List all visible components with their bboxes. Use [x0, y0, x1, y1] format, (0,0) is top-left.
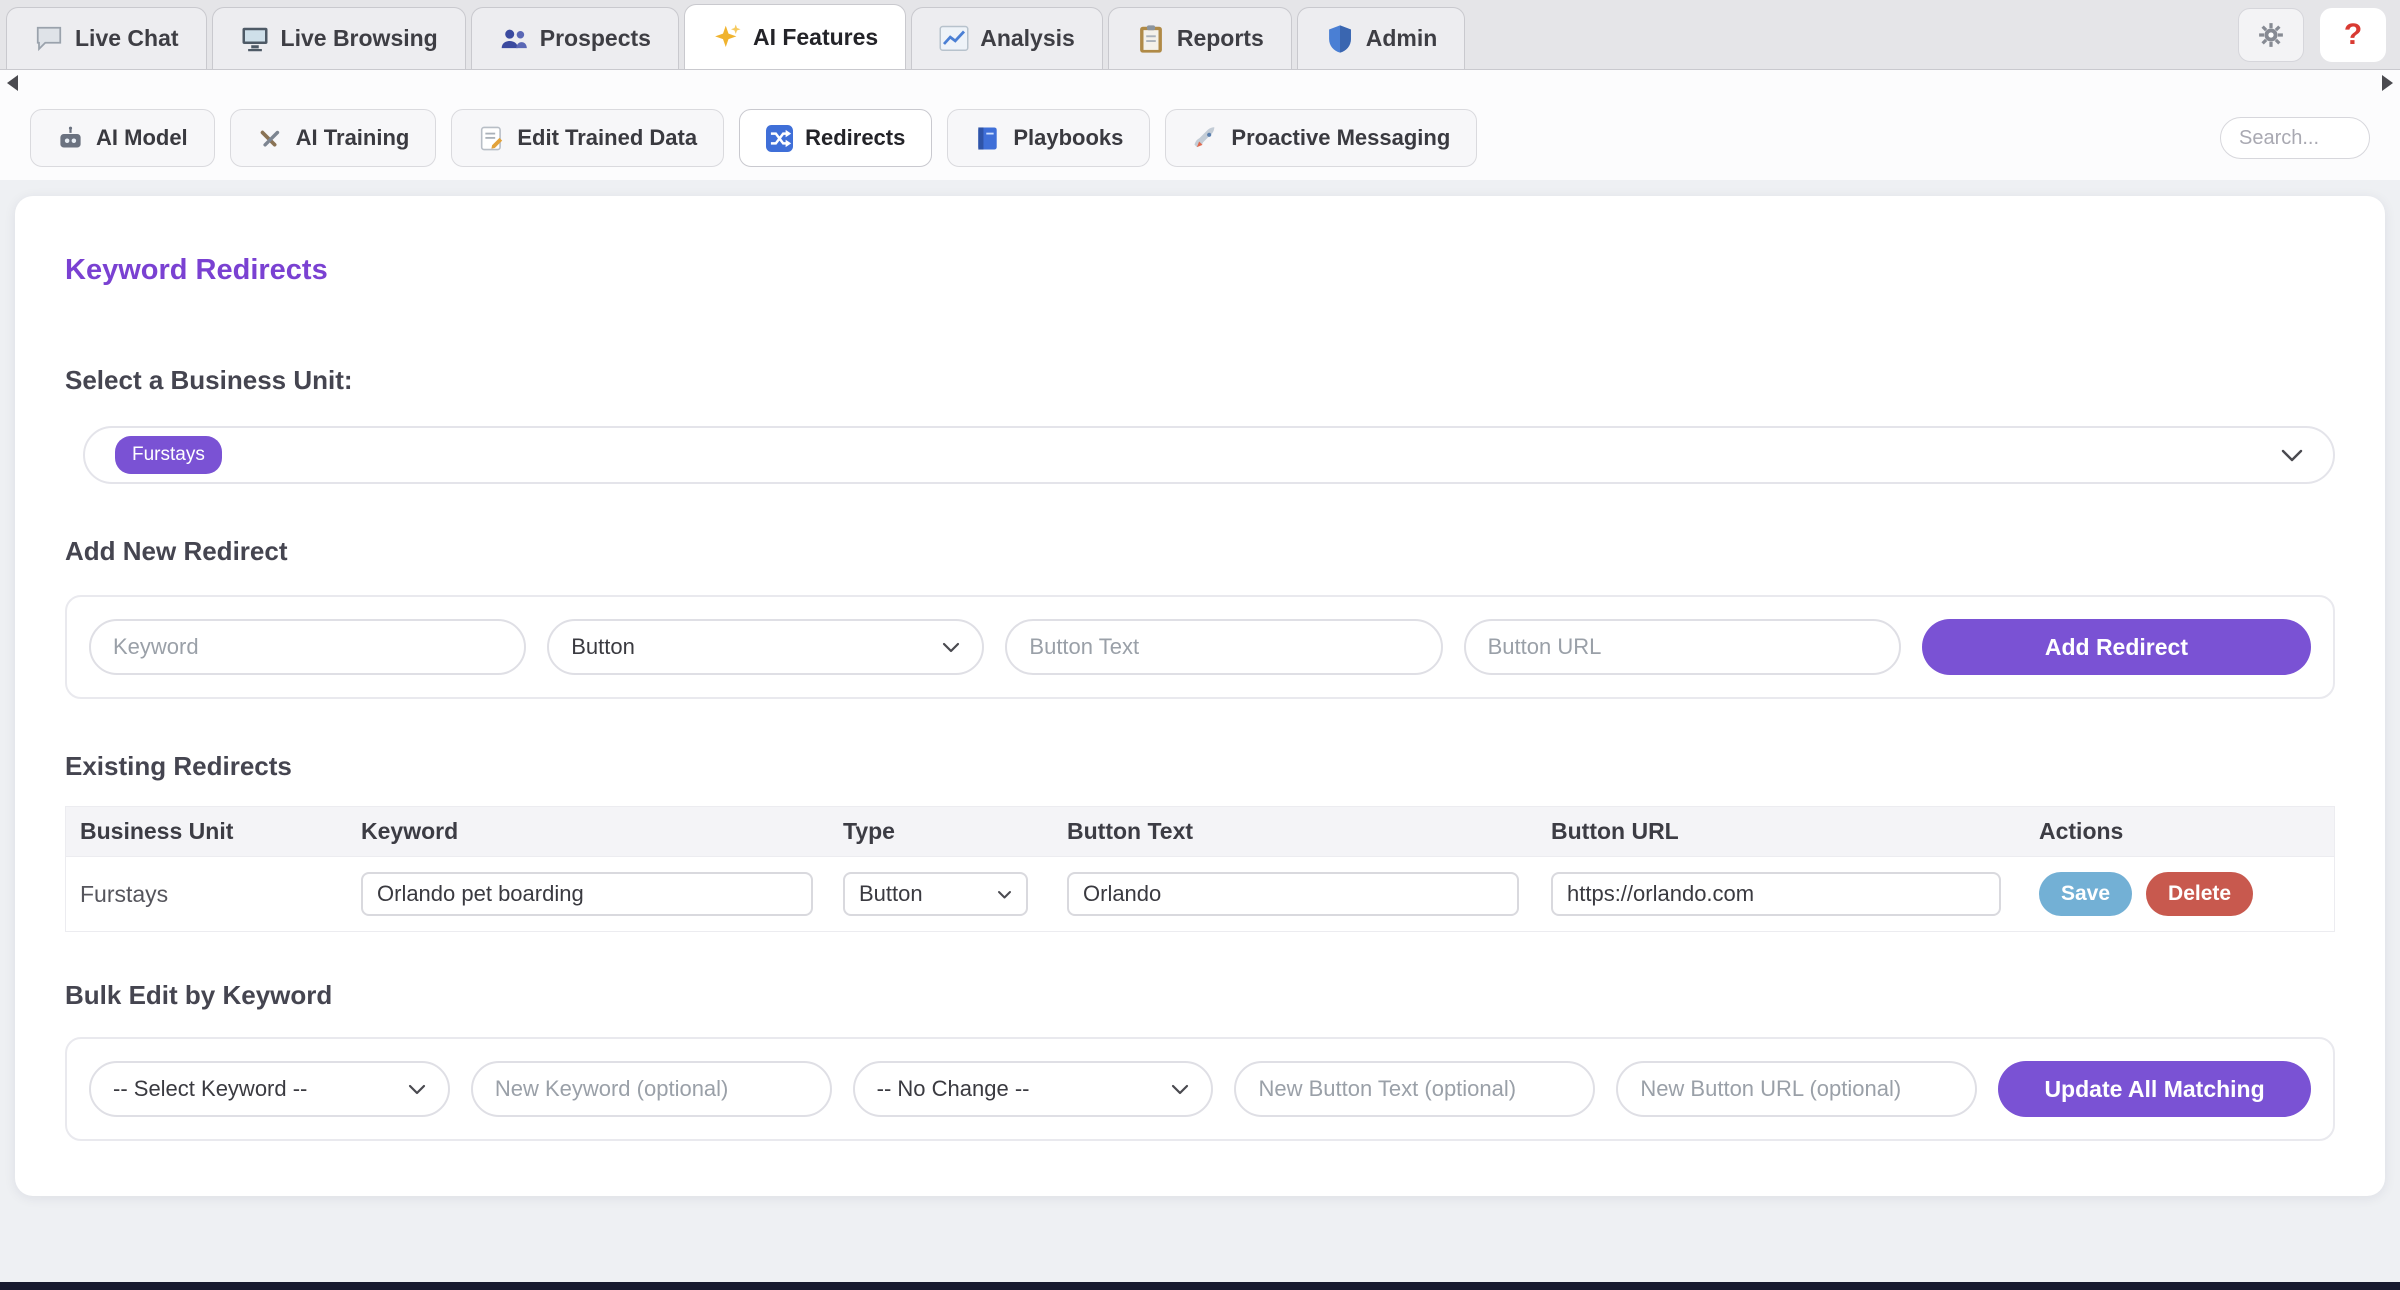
top-tab-bar: Live Chat Live Browsing Prospects AI Fea… — [0, 0, 2400, 70]
tab-prospects[interactable]: Prospects — [471, 7, 679, 69]
keyword-input[interactable] — [89, 619, 526, 675]
row-business-unit: Furstays — [66, 881, 347, 908]
tab-live-chat[interactable]: Live Chat — [6, 7, 207, 69]
sparkle-icon — [712, 22, 742, 52]
main-area: Keyword Redirects Select a Business Unit… — [0, 180, 2400, 1282]
col-type: Type — [829, 818, 1053, 845]
subtab-redirects[interactable]: Redirects — [739, 109, 932, 167]
shuffle-icon — [766, 125, 793, 152]
subtab-ai-model[interactable]: AI Model — [30, 109, 215, 167]
clipboard-icon — [1136, 24, 1166, 54]
subtab-proactive-messaging[interactable]: Proactive Messaging — [1165, 109, 1477, 167]
existing-redirects-heading: Existing Redirects — [65, 751, 2335, 782]
book-icon — [974, 125, 1001, 152]
subtab-label: AI Training — [296, 125, 410, 151]
rocket-icon — [1192, 125, 1219, 152]
subtab-label: Edit Trained Data — [517, 125, 697, 151]
tab-analysis[interactable]: Analysis — [911, 7, 1103, 69]
people-icon — [499, 24, 529, 54]
tab-label: Analysis — [980, 25, 1075, 52]
button-url-input[interactable] — [1464, 619, 1901, 675]
col-business-unit: Business Unit — [66, 818, 347, 845]
chevron-down-icon — [942, 642, 960, 653]
business-unit-pill: Furstays — [115, 436, 222, 474]
sub-nav: AI Model AI Training Edit Trained Data R… — [0, 96, 2400, 180]
tools-icon — [257, 125, 284, 152]
help-label: ? — [2344, 18, 2362, 52]
chevron-down-icon — [408, 1084, 426, 1095]
row-button-text-input[interactable] — [1067, 872, 1519, 916]
tab-admin[interactable]: Admin — [1297, 7, 1466, 69]
update-all-matching-button[interactable]: Update All Matching — [1998, 1061, 2311, 1117]
tab-label: Prospects — [540, 25, 651, 52]
monitor-icon — [240, 24, 270, 54]
scroll-left-icon[interactable] — [7, 75, 18, 91]
gear-icon — [2256, 20, 2286, 50]
bottom-edge-bar — [0, 1282, 2400, 1290]
tab-ai-features[interactable]: AI Features — [684, 4, 906, 69]
bulk-keyword-select-value: -- Select Keyword -- — [113, 1076, 307, 1102]
robot-icon — [57, 125, 84, 152]
shield-icon — [1325, 24, 1355, 54]
bulk-edit-heading: Bulk Edit by Keyword — [65, 980, 2335, 1011]
save-button[interactable]: Save — [2039, 872, 2132, 916]
tab-label: Live Browsing — [281, 25, 438, 52]
chart-icon — [939, 24, 969, 54]
tab-label: Admin — [1366, 25, 1438, 52]
bulk-new-button-text-input[interactable] — [1234, 1061, 1595, 1117]
page-title: Keyword Redirects — [65, 254, 2335, 287]
tab-label: Reports — [1177, 25, 1264, 52]
bulk-type-select[interactable]: -- No Change -- — [853, 1061, 1214, 1117]
type-select-value: Button — [571, 634, 635, 660]
add-redirect-button[interactable]: Add Redirect — [1922, 619, 2311, 675]
business-unit-select[interactable]: Furstays — [83, 426, 2335, 484]
top-actions: ? — [2238, 8, 2386, 69]
tab-label: AI Features — [753, 24, 878, 51]
settings-button[interactable] — [2238, 8, 2304, 62]
scroll-right-icon[interactable] — [2382, 75, 2393, 91]
table-header: Business Unit Keyword Type Button Text B… — [65, 806, 2335, 856]
help-button[interactable]: ? — [2320, 8, 2386, 62]
chevron-down-icon — [1171, 1084, 1189, 1095]
subtab-edit-trained-data[interactable]: Edit Trained Data — [451, 109, 724, 167]
subtab-label: Playbooks — [1013, 125, 1123, 151]
memo-icon — [478, 125, 505, 152]
bulk-new-keyword-input[interactable] — [471, 1061, 832, 1117]
subtab-label: Proactive Messaging — [1231, 125, 1450, 151]
row-keyword-input[interactable] — [361, 872, 813, 916]
add-redirect-form: Button Add Redirect — [65, 595, 2335, 699]
tab-label: Live Chat — [75, 25, 179, 52]
business-unit-label: Select a Business Unit: — [65, 365, 2335, 396]
chat-icon — [34, 24, 64, 54]
button-text-input[interactable] — [1005, 619, 1442, 675]
type-select[interactable]: Button — [547, 619, 984, 675]
bulk-edit-form: -- Select Keyword -- -- No Change -- Upd… — [65, 1037, 2335, 1141]
chevron-down-icon — [2281, 449, 2303, 462]
row-type-value: Button — [859, 881, 923, 907]
subtab-label: Redirects — [805, 125, 905, 151]
keyword-redirects-card: Keyword Redirects Select a Business Unit… — [15, 196, 2385, 1196]
subtab-ai-training[interactable]: AI Training — [230, 109, 437, 167]
search-input[interactable] — [2220, 117, 2370, 159]
tab-reports[interactable]: Reports — [1108, 7, 1292, 69]
subtab-playbooks[interactable]: Playbooks — [947, 109, 1150, 167]
col-button-url: Button URL — [1537, 818, 2025, 845]
table-row: Furstays Button Save Delete — [65, 856, 2335, 932]
add-redirect-heading: Add New Redirect — [65, 536, 2335, 567]
row-type-select[interactable]: Button — [843, 872, 1028, 916]
col-keyword: Keyword — [347, 818, 829, 845]
chevron-down-icon — [997, 890, 1012, 899]
tab-scroll-strip — [0, 70, 2400, 96]
bulk-type-select-value: -- No Change -- — [877, 1076, 1030, 1102]
delete-button[interactable]: Delete — [2146, 872, 2253, 916]
row-button-url-input[interactable] — [1551, 872, 2001, 916]
col-actions: Actions — [2025, 818, 2334, 845]
col-button-text: Button Text — [1053, 818, 1537, 845]
bulk-keyword-select[interactable]: -- Select Keyword -- — [89, 1061, 450, 1117]
subtab-label: AI Model — [96, 125, 188, 151]
tab-live-browsing[interactable]: Live Browsing — [212, 7, 466, 69]
bulk-new-button-url-input[interactable] — [1616, 1061, 1977, 1117]
